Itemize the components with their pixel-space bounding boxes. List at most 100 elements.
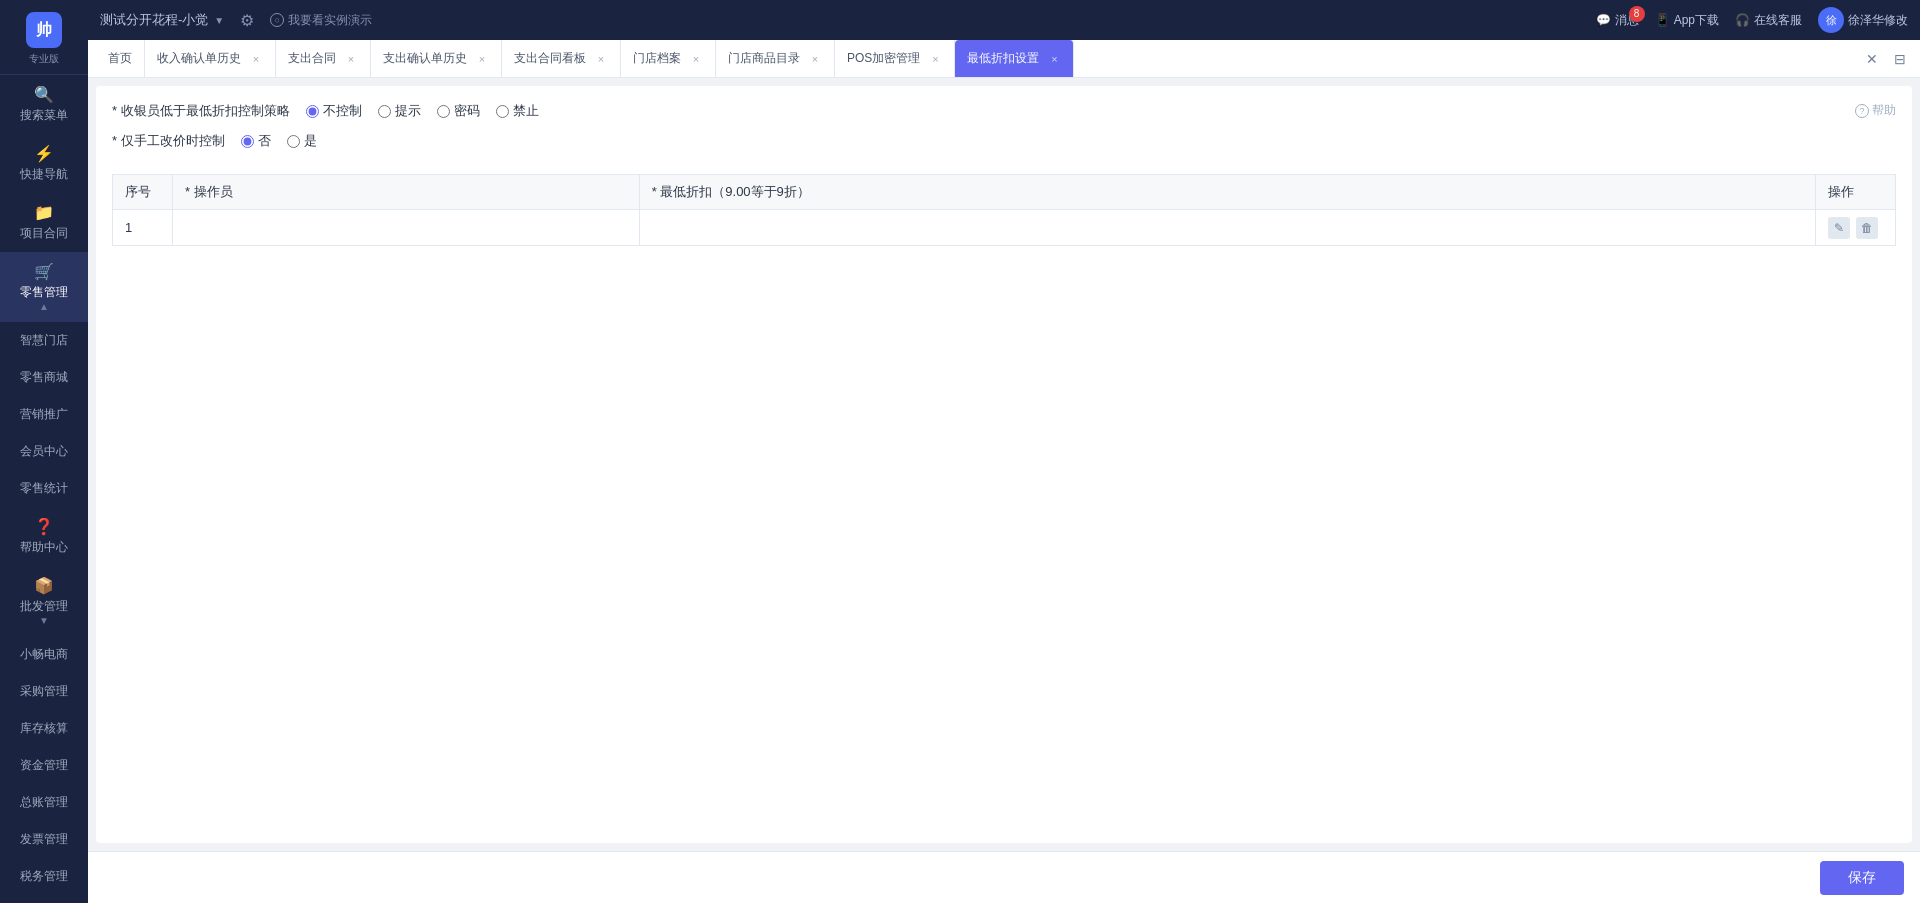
sidebar-item-label: 智慧门店 [20,332,68,349]
sidebar-item-finance[interactable]: 资金管理 [0,747,88,784]
strategy-remind-radio[interactable] [378,105,391,118]
headset-icon: 🎧 [1735,13,1750,27]
app-logo-icon: 帅 [26,12,62,48]
sidebar-item-wholesale[interactable]: 📦 批发管理 ▼ [0,566,88,636]
strategy-forbid-radio[interactable] [496,105,509,118]
demo-link[interactable]: ○ 我要看实例演示 [270,12,372,29]
tab-menu-button[interactable]: ⊟ [1888,47,1912,71]
strategy-remind-label: 提示 [395,102,421,120]
col-action-header: 操作 [1816,175,1896,210]
user-menu[interactable]: 徐 徐泽华修改 [1818,7,1908,33]
sidebar-item-retail[interactable]: 🛒 零售管理 ▲ [0,252,88,322]
save-button[interactable]: 保存 [1820,861,1904,895]
manual-no[interactable]: 否 [241,132,271,150]
sidebar-item-label: 会员中心 [20,443,68,460]
manual-control-row: * 仅手工改价时控制 否 是 [112,132,539,150]
sidebar-item-label: 零售商城 [20,369,68,386]
manual-yes-radio[interactable] [287,135,300,148]
demo-label: 我要看实例演示 [288,12,372,29]
tabbar: 首页 收入确认单历史 × 支出合同 × 支出确认单历史 × 支出合同看板 × 门… [88,40,1920,78]
tab-close-icon[interactable]: × [928,52,942,66]
tab-close-icon[interactable]: × [689,52,703,66]
tab-label: 收入确认单历史 [157,50,241,67]
box-icon: 📦 [34,576,54,595]
strategy-forbid[interactable]: 禁止 [496,102,539,120]
manual-yes[interactable]: 是 [287,132,317,150]
strategy-no-control[interactable]: 不控制 [306,102,362,120]
tab-label: 门店商品目录 [728,50,800,67]
app-download-button[interactable]: 📱 App下载 [1655,12,1719,29]
project-name: 测试分开花程-小觉 [100,11,208,29]
sidebar-item-label: 营销推广 [20,406,68,423]
sidebar-item-shortcut[interactable]: ⚡ 快捷导航 [0,134,88,193]
project-selector[interactable]: 测试分开花程-小觉 ▼ [100,11,224,29]
tab-label: 最低折扣设置 [967,50,1039,67]
chevron-down-icon: ▼ [39,615,49,626]
strategy-forbid-label: 禁止 [513,102,539,120]
manual-no-label: 否 [258,132,271,150]
sidebar-item-help[interactable]: ❓ 帮助中心 [0,507,88,566]
tab-label: 支出合同看板 [514,50,586,67]
help-label: 帮助 [1872,102,1896,119]
tab-payment-contract[interactable]: 支出合同 × [276,40,371,78]
online-service-button[interactable]: 🎧 在线客服 [1735,12,1802,29]
sidebar-item-ledger[interactable]: 总账管理 [0,784,88,821]
manual-yes-label: 是 [304,132,317,150]
sidebar-item-fixed-asset[interactable]: 固定资产 [0,895,88,903]
tab-payment-board[interactable]: 支出合同看板 × [502,40,621,78]
sidebar-item-search[interactable]: 🔍 搜索菜单 [0,75,88,134]
tab-close-icon[interactable]: × [475,52,489,66]
tab-pos-password[interactable]: POS加密管理 × [835,40,955,78]
sidebar-item-label: 项目合同 [20,225,68,242]
discount-table: 序号 * 操作员 * 最低折扣（9.00等于9折） 操作 [112,174,1896,246]
sidebar-item-tax[interactable]: 税务管理 [0,858,88,895]
content-inner: * 收银员低于最低折扣控制策略 不控制 提示 [96,86,1912,843]
tab-income-history[interactable]: 收入确认单历史 × [145,40,276,78]
sidebar-item-retail-mall[interactable]: 零售商城 [0,359,88,396]
cell-min-discount [639,210,1815,246]
content-area: * 收银员低于最低折扣控制策略 不控制 提示 [88,78,1920,851]
tab-close-icon[interactable]: × [1047,52,1061,66]
tab-close-all-button[interactable]: ✕ [1860,47,1884,71]
manual-no-radio[interactable] [241,135,254,148]
bottom-bar: 保存 [88,851,1920,903]
cart-icon: 🛒 [34,262,54,281]
strategy-label: * 收银员低于最低折扣控制策略 [112,102,290,120]
sidebar-logo: 帅 专业版 [0,0,88,75]
sidebar-item-invoice[interactable]: 发票管理 [0,821,88,858]
tab-store-goods[interactable]: 门店商品目录 × [716,40,835,78]
tab-close-icon[interactable]: × [594,52,608,66]
strategy-no-control-radio[interactable] [306,105,319,118]
tab-store-file[interactable]: 门店档案 × [621,40,716,78]
topbar: 测试分开花程-小觉 ▼ ⚙ ○ 我要看实例演示 💬 消息 8 📱 App下载 🎧… [88,0,1920,40]
sidebar-item-project[interactable]: 📁 项目合同 [0,193,88,252]
strategy-password[interactable]: 密码 [437,102,480,120]
strategy-password-radio[interactable] [437,105,450,118]
project-settings-icon[interactable]: ⚙ [240,11,254,30]
lightning-icon: ⚡ [34,144,54,163]
tab-payment-history[interactable]: 支出确认单历史 × [371,40,502,78]
tab-close-icon[interactable]: × [344,52,358,66]
sidebar-item-purchase[interactable]: 采购管理 [0,673,88,710]
strategy-remind[interactable]: 提示 [378,102,421,120]
tab-close-icon[interactable]: × [249,52,263,66]
message-button[interactable]: 💬 消息 8 [1596,12,1639,29]
help-button[interactable]: ? 帮助 [1855,102,1896,119]
message-badge: 8 [1629,6,1645,22]
delete-button[interactable]: 🗑 [1856,217,1878,239]
demo-circle-icon: ○ [270,13,284,27]
edit-button[interactable]: ✎ [1828,217,1850,239]
tab-close-icon[interactable]: × [808,52,822,66]
sidebar-item-inventory[interactable]: 库存核算 [0,710,88,747]
manual-control-radio-group: 否 是 [241,132,317,150]
tab-label: 门店档案 [633,50,681,67]
sidebar-item-smart-store[interactable]: 智慧门店 [0,322,88,359]
sidebar-item-retail-stat[interactable]: 零售统计 [0,470,88,507]
sidebar-item-member[interactable]: 会员中心 [0,433,88,470]
sidebar-item-label: 小畅电商 [20,646,68,663]
tab-home[interactable]: 首页 [96,40,145,78]
sidebar-item-ecommerce[interactable]: 小畅电商 [0,636,88,673]
tab-min-discount[interactable]: 最低折扣设置 × [955,40,1074,78]
col-operator-header: * 操作员 [173,175,640,210]
sidebar-item-marketing[interactable]: 营销推广 [0,396,88,433]
